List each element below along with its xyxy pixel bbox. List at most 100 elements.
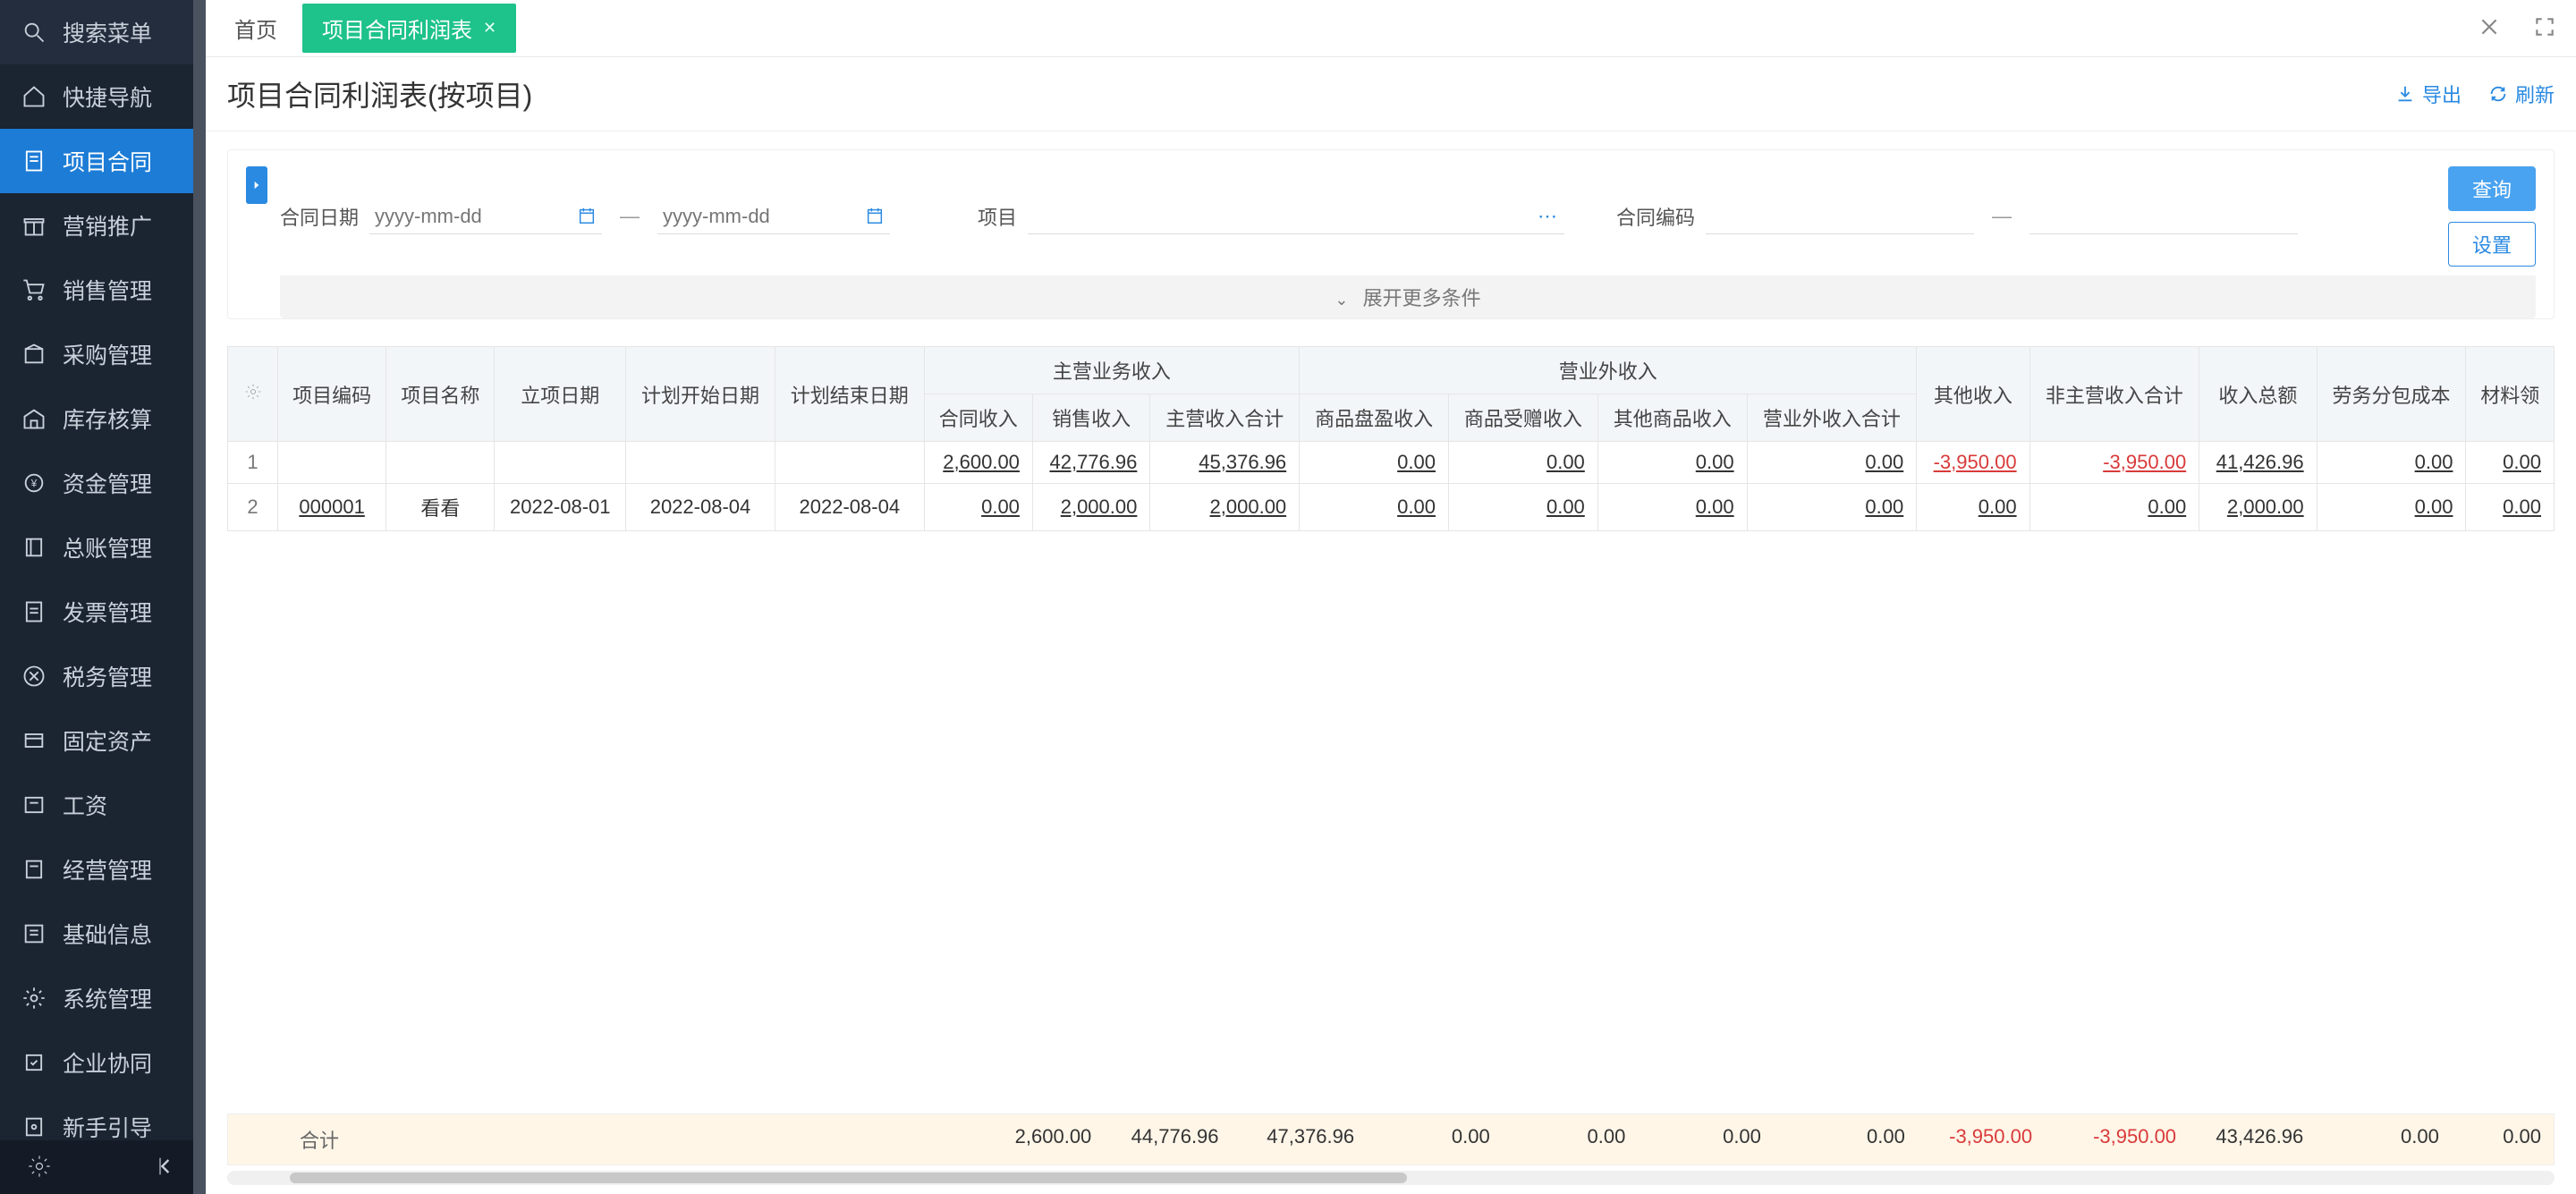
col-other-rev[interactable]: 其他收入 xyxy=(1917,347,2029,442)
cell-contract-rev[interactable]: 2,600.00 xyxy=(924,442,1032,484)
sidebar-item-marketing[interactable]: 营销推广 xyxy=(0,193,206,258)
ledger-icon xyxy=(21,535,47,560)
settings-button[interactable]: 设置 xyxy=(2448,222,2536,267)
contract-code-from-input[interactable] xyxy=(1706,199,1974,234)
cell-proj-code[interactable] xyxy=(278,442,386,484)
cell-non-main-total[interactable]: 0.00 xyxy=(2029,484,2199,531)
date-to-input[interactable] xyxy=(657,199,890,234)
sidebar-item-guide[interactable]: 新手引导 xyxy=(0,1095,206,1140)
sidebar-item-sales[interactable]: 销售管理 xyxy=(0,258,206,322)
sidebar-item-assets[interactable]: 固定资产 xyxy=(0,708,206,773)
close-all-icon[interactable] xyxy=(2470,8,2508,48)
col-sales-rev[interactable]: 销售收入 xyxy=(1032,394,1149,442)
cell-labor-cost[interactable]: 0.00 xyxy=(2317,484,2466,531)
col-rev-total[interactable]: 收入总额 xyxy=(2199,347,2317,442)
expand-filters-button[interactable]: 展开更多条件 xyxy=(280,275,2536,318)
gear-icon[interactable] xyxy=(27,1154,52,1181)
cell-donation[interactable]: 0.00 xyxy=(1448,442,1597,484)
collapse-filter-button[interactable] xyxy=(246,166,267,204)
col-proj-code[interactable]: 项目编码 xyxy=(278,347,386,442)
cell-rev-total[interactable]: 2,000.00 xyxy=(2199,484,2317,531)
query-button[interactable]: 查询 xyxy=(2448,166,2536,211)
sidebar-item-operations[interactable]: 经营管理 xyxy=(0,837,206,902)
col-inv-surplus[interactable]: 商品盘盈收入 xyxy=(1300,394,1449,442)
cell-rev-total[interactable]: 41,426.96 xyxy=(2199,442,2317,484)
sidebar-item-funds[interactable]: ¥ 资金管理 xyxy=(0,451,206,515)
cell-other-goods[interactable]: 0.00 xyxy=(1597,484,1747,531)
cell-contract-rev[interactable]: 0.00 xyxy=(924,484,1032,531)
cell-nonop-total[interactable]: 0.00 xyxy=(1747,442,1917,484)
sidebar-item-label: 固定资产 xyxy=(63,724,152,757)
cell-non-main-total[interactable]: -3,950.00 xyxy=(2029,442,2199,484)
project-input[interactable] xyxy=(1028,199,1564,234)
table-row[interactable]: 2 000001 看看 2022-08-01 2022-08-04 2022-0… xyxy=(228,484,2555,531)
sidebar-item-coop[interactable]: 企业协同 xyxy=(0,1030,206,1095)
cell-material-cost[interactable]: 0.00 xyxy=(2466,442,2555,484)
fullscreen-icon[interactable] xyxy=(2526,8,2563,48)
guide-icon xyxy=(21,1114,47,1139)
sidebar-item-quicknav[interactable]: 快捷导航 xyxy=(0,64,206,129)
cell-labor-cost[interactable]: 0.00 xyxy=(2317,442,2466,484)
col-other-goods[interactable]: 其他商品收入 xyxy=(1597,394,1747,442)
table-settings-icon[interactable] xyxy=(228,347,278,442)
col-labor-cost[interactable]: 劳务分包成本 xyxy=(2317,347,2466,442)
table-scroll[interactable]: 项目编码 项目名称 立项日期 计划开始日期 计划结束日期 主营业务收入 营业外收… xyxy=(227,346,2555,1114)
sidebar-item-system[interactable]: 系统管理 xyxy=(0,966,206,1030)
calendar-icon[interactable] xyxy=(577,206,597,228)
tab-current[interactable]: 项目合同利润表 ✕ xyxy=(302,4,516,53)
cell-nonop-total[interactable]: 0.00 xyxy=(1747,484,1917,531)
cell-inv-surplus[interactable]: 0.00 xyxy=(1300,484,1449,531)
contract-code-to-input[interactable] xyxy=(2029,199,2298,234)
horizontal-scrollbar[interactable] xyxy=(227,1171,2555,1185)
sidebar-item-search[interactable]: 搜索菜单 xyxy=(0,0,206,64)
lookup-icon[interactable]: ⋯ xyxy=(1538,205,1559,228)
cell-proj-code[interactable]: 000001 xyxy=(278,484,386,531)
row-index: 1 xyxy=(228,442,278,484)
sidebar-item-inventory[interactable]: 库存核算 xyxy=(0,386,206,451)
date-from-input[interactable] xyxy=(369,199,602,234)
sidebar-item-project-contract[interactable]: 项目合同 xyxy=(0,129,206,193)
cell-sales-rev[interactable]: 42,776.96 xyxy=(1032,442,1149,484)
sidebar-item-tax[interactable]: 税务管理 xyxy=(0,644,206,708)
col-material-cost[interactable]: 材料领 xyxy=(2466,347,2555,442)
cell-other-goods[interactable]: 0.00 xyxy=(1597,442,1747,484)
col-donation[interactable]: 商品受赠收入 xyxy=(1448,394,1597,442)
refresh-button[interactable]: 刷新 xyxy=(2488,80,2555,108)
export-button[interactable]: 导出 xyxy=(2395,80,2462,108)
sidebar-item-ledger[interactable]: 总账管理 xyxy=(0,515,206,580)
cell-other-rev[interactable]: 0.00 xyxy=(1917,484,2029,531)
close-icon[interactable]: ✕ xyxy=(483,19,496,38)
filter-contract-date: 合同日期 — xyxy=(280,199,890,234)
col-non-main-total[interactable]: 非主营收入合计 xyxy=(2029,347,2199,442)
refresh-label: 刷新 xyxy=(2515,80,2555,108)
cell-donation[interactable]: 0.00 xyxy=(1448,484,1597,531)
col-plan-start[interactable]: 计划开始日期 xyxy=(626,347,775,442)
col-setup-date[interactable]: 立项日期 xyxy=(495,347,626,442)
sidebar-scrollbar[interactable] xyxy=(193,0,206,1194)
sidebar-item-salary[interactable]: 工资 xyxy=(0,773,206,837)
col-proj-name[interactable]: 项目名称 xyxy=(386,347,495,442)
dash: — xyxy=(1985,205,2019,228)
col-nonop-total[interactable]: 营业外收入合计 xyxy=(1747,394,1917,442)
tab-home[interactable]: 首页 xyxy=(215,4,297,53)
sidebar-item-baseinfo[interactable]: 基础信息 xyxy=(0,902,206,966)
cell-material-cost[interactable]: 0.00 xyxy=(2466,484,2555,531)
calendar-icon[interactable] xyxy=(865,206,885,228)
total-row: 合计 2,600.00 44,776.96 47,376.96 0.00 0.0… xyxy=(227,1114,2555,1165)
tab-label: 首页 xyxy=(234,13,277,44)
cell-sales-rev[interactable]: 2,000.00 xyxy=(1032,484,1149,531)
cell-main-total[interactable]: 2,000.00 xyxy=(1150,484,1300,531)
collapse-sidebar-icon[interactable] xyxy=(154,1154,179,1181)
sidebar-scroll[interactable]: 搜索菜单 快捷导航 项目合同 营销推广 销售管理 采购管理 xyxy=(0,0,206,1140)
total-labor-cost: 0.00 xyxy=(2316,1125,2452,1154)
cell-other-rev[interactable]: -3,950.00 xyxy=(1917,442,2029,484)
col-main-rev-total[interactable]: 主营收入合计 xyxy=(1150,394,1300,442)
table-row[interactable]: 1 2,600.00 42,776.96 45,376.96 0.00 0.00 xyxy=(228,442,2555,484)
sidebar-item-invoice[interactable]: 发票管理 xyxy=(0,580,206,644)
cell-inv-surplus[interactable]: 0.00 xyxy=(1300,442,1449,484)
col-contract-rev[interactable]: 合同收入 xyxy=(924,394,1032,442)
cell-main-total[interactable]: 45,376.96 xyxy=(1150,442,1300,484)
main: 首页 项目合同利润表 ✕ 项目合同利润表(按项目) 导出 刷新 xyxy=(206,0,2576,1194)
col-plan-end[interactable]: 计划结束日期 xyxy=(775,347,924,442)
sidebar-item-purchase[interactable]: 采购管理 xyxy=(0,322,206,386)
